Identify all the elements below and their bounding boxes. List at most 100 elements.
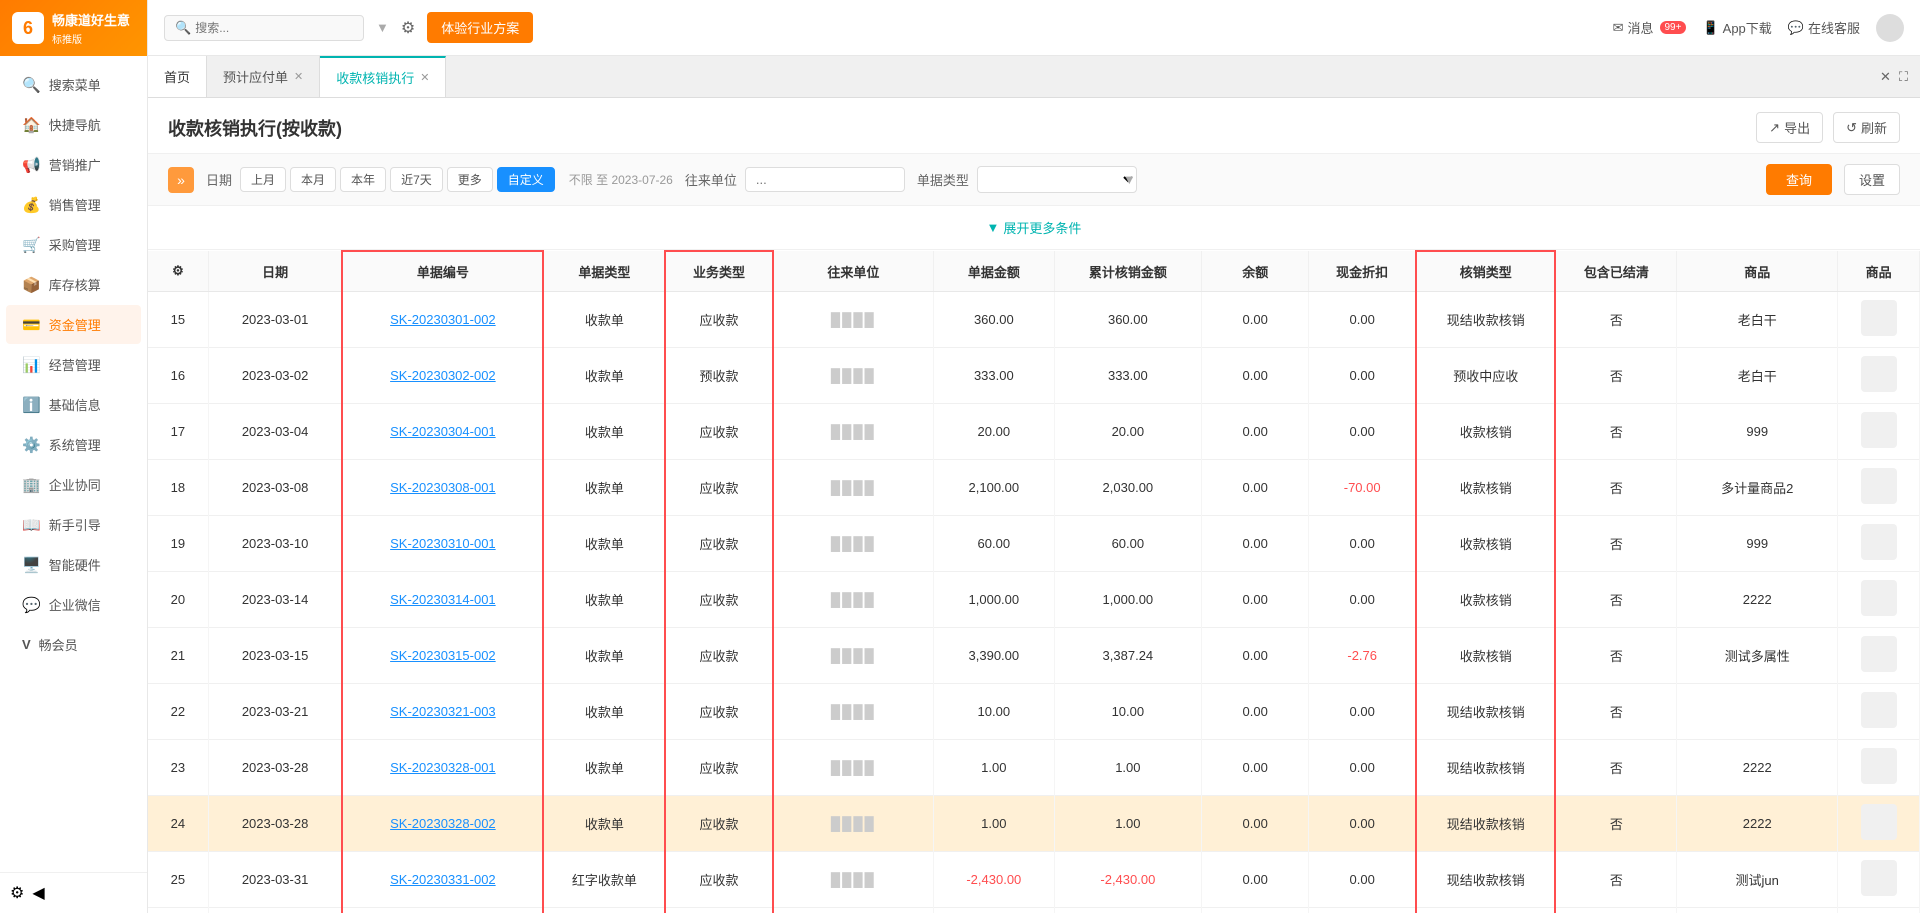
cell-doc-no[interactable]: SK-20230315-002	[342, 628, 543, 684]
table-row[interactable]: 16 2023-03-02 SK-20230302-002 收款单 预收款 ██…	[148, 348, 1920, 404]
table-row[interactable]: 24 2023-03-28 SK-20230328-002 收款单 应收款 ██…	[148, 796, 1920, 852]
table-row[interactable]: 20 2023-03-14 SK-20230314-001 收款单 应收款 ██…	[148, 572, 1920, 628]
cell-cancel-type: 现结收款核销	[1416, 796, 1555, 852]
cell-cancel-type: 收款核销	[1416, 628, 1555, 684]
dropdown-arrow-icon[interactable]: ▼	[376, 20, 389, 35]
collapse-icon[interactable]: ◀	[32, 883, 44, 903]
sidebar-label-guide: 新手引导	[49, 515, 101, 534]
cell-doc-no[interactable]: SK-20230304-001	[342, 404, 543, 460]
sidebar-item-wechat[interactable]: 💬 企业微信	[6, 585, 141, 624]
prev-month-btn[interactable]: 上月	[240, 167, 286, 192]
sidebar-item-finance[interactable]: 💳 资金管理	[6, 305, 141, 344]
th-doc-type[interactable]: 单据类型	[543, 251, 665, 292]
th-balance[interactable]: 余额	[1202, 251, 1309, 292]
th-index[interactable]: ⚙	[148, 251, 208, 292]
table-row[interactable]: 21 2023-03-15 SK-20230315-002 收款单 应收款 ██…	[148, 628, 1920, 684]
message-label: 消息	[1627, 18, 1653, 37]
this-month-btn[interactable]: 本月	[290, 167, 336, 192]
message-btn[interactable]: ✉ 消息 99+	[1613, 18, 1687, 37]
cell-doc-no[interactable]: SK-20230310-001	[342, 516, 543, 572]
cell-balance: 0.00	[1202, 740, 1309, 796]
cell-goods: 测试jun	[1677, 852, 1838, 908]
table-row[interactable]: 26 2023-04-03 SK-20230403-002 收款单 预收款 ██…	[148, 908, 1920, 913]
7days-btn[interactable]: 近7天	[390, 167, 443, 192]
th-cumulative[interactable]: 累计核销金额	[1054, 251, 1201, 292]
service-btn[interactable]: 💬 在线客服	[1788, 18, 1860, 37]
table-row[interactable]: 25 2023-03-31 SK-20230331-002 红字收款单 应收款 …	[148, 852, 1920, 908]
tab-expand-icon[interactable]: ⛶	[1899, 69, 1908, 85]
sidebar-item-member[interactable]: V 畅会员	[6, 625, 141, 664]
cell-discount: 0.00	[1309, 516, 1416, 572]
inventory-icon: 📦	[22, 276, 41, 294]
unit-filter-input[interactable]	[745, 167, 905, 192]
filter-date-group: 日期 上月 本月 本年 近7天 更多 自定义 不限 至 2023-07-26	[206, 167, 673, 192]
sidebar-item-purchase[interactable]: 🛒 采购管理	[6, 225, 141, 264]
sidebar-item-quick[interactable]: 🏠 快捷导航	[6, 105, 141, 144]
th-amount[interactable]: 单据金额	[934, 251, 1055, 292]
cell-doc-no[interactable]: SK-20230328-002	[342, 796, 543, 852]
custom-date-btn[interactable]: 自定义	[497, 167, 555, 192]
sidebar-item-corp[interactable]: 🏢 企业协同	[6, 465, 141, 504]
th-goods[interactable]: 商品	[1677, 251, 1838, 292]
table-row[interactable]: 15 2023-03-01 SK-20230301-002 收款单 应收款 ██…	[148, 292, 1920, 348]
sidebar-item-system[interactable]: ⚙️ 系统管理	[6, 425, 141, 464]
type-filter-select[interactable]	[977, 166, 1137, 193]
cell-goods-img	[1838, 852, 1920, 908]
setting-button[interactable]: 设置	[1844, 164, 1900, 195]
table-row[interactable]: 23 2023-03-28 SK-20230328-001 收款单 应收款 ██…	[148, 740, 1920, 796]
table-row[interactable]: 18 2023-03-08 SK-20230308-001 收款单 应收款 ██…	[148, 460, 1920, 516]
export-button[interactable]: ↗ 导出	[1756, 112, 1823, 143]
cell-doc-no[interactable]: SK-20230314-001	[342, 572, 543, 628]
cell-date: 2023-04-03	[208, 908, 342, 913]
sidebar-item-sales[interactable]: 💰 销售管理	[6, 185, 141, 224]
th-date[interactable]: 日期	[208, 251, 342, 292]
tab-collect[interactable]: 收款核销执行 ✕	[320, 56, 446, 97]
sidebar-item-guide[interactable]: 📖 新手引导	[6, 505, 141, 544]
tab-presettle[interactable]: 预计应付单 ✕	[207, 56, 320, 97]
page-header: 收款核销执行(按收款) ↗ 导出 ↺ 刷新	[148, 98, 1920, 153]
collect-tab-close[interactable]: ✕	[420, 71, 429, 84]
th-discount[interactable]: 现金折扣	[1309, 251, 1416, 292]
table-row[interactable]: 19 2023-03-10 SK-20230310-001 收款单 应收款 ██…	[148, 516, 1920, 572]
app-download-btn[interactable]: 📱 App下载	[1702, 18, 1771, 37]
sidebar-item-hardware[interactable]: 🖥️ 智能硬件	[6, 545, 141, 584]
cell-doc-no[interactable]: SK-20230302-002	[342, 348, 543, 404]
cell-doc-no[interactable]: SK-20230328-001	[342, 740, 543, 796]
cell-doc-type: 收款单	[543, 796, 665, 852]
sidebar-item-search[interactable]: 🔍 搜索菜单	[6, 65, 141, 104]
more-date-btn[interactable]: 更多	[447, 167, 493, 192]
cell-doc-no[interactable]: SK-20230403-002	[342, 908, 543, 913]
cell-doc-no[interactable]: SK-20230331-002	[342, 852, 543, 908]
tab-close-all-icon[interactable]: ✕	[1880, 69, 1891, 85]
th-doc-no[interactable]: 单据编号	[342, 251, 543, 292]
cell-cumulative: 3,387.24	[1054, 628, 1201, 684]
sidebar-item-operation[interactable]: 📊 经营管理	[6, 345, 141, 384]
table-row[interactable]: 22 2023-03-21 SK-20230321-003 收款单 应收款 ██…	[148, 684, 1920, 740]
cell-doc-no[interactable]: SK-20230301-002	[342, 292, 543, 348]
sidebar-item-basic[interactable]: ℹ️ 基础信息	[6, 385, 141, 424]
header-search-box[interactable]: 🔍	[164, 15, 364, 41]
table-row[interactable]: 17 2023-03-04 SK-20230304-001 收款单 应收款 ██…	[148, 404, 1920, 460]
sidebar-item-marketing[interactable]: 📢 营销推广	[6, 145, 141, 184]
cell-amount: -2,430.00	[934, 852, 1055, 908]
refresh-button[interactable]: ↺ 刷新	[1833, 112, 1900, 143]
sidebar-item-inventory[interactable]: 📦 库存核算	[6, 265, 141, 304]
expand-more-btn[interactable]: ▼ 展开更多条件	[975, 214, 1094, 241]
presettle-tab-close[interactable]: ✕	[294, 70, 303, 83]
settings-icon[interactable]: ⚙	[10, 883, 24, 903]
this-year-btn[interactable]: 本年	[340, 167, 386, 192]
th-include-settled[interactable]: 包含已结清	[1555, 251, 1676, 292]
header-search-input[interactable]	[195, 21, 353, 35]
solution-button[interactable]: 体验行业方案	[427, 12, 533, 43]
query-button[interactable]: 查询	[1766, 164, 1832, 195]
th-cancel-type[interactable]: 核销类型	[1416, 251, 1555, 292]
cell-doc-no[interactable]: SK-20230308-001	[342, 460, 543, 516]
th-biz-type[interactable]: 业务类型	[665, 251, 772, 292]
th-unit[interactable]: 往来单位	[773, 251, 934, 292]
gear-icon[interactable]: ⚙	[401, 18, 415, 38]
cell-doc-no[interactable]: SK-20230321-003	[342, 684, 543, 740]
user-avatar[interactable]	[1876, 14, 1904, 42]
th-goods-img[interactable]: 商品	[1838, 251, 1920, 292]
filter-toggle-btn[interactable]: »	[168, 167, 194, 193]
tab-home[interactable]: 首页	[148, 56, 207, 97]
